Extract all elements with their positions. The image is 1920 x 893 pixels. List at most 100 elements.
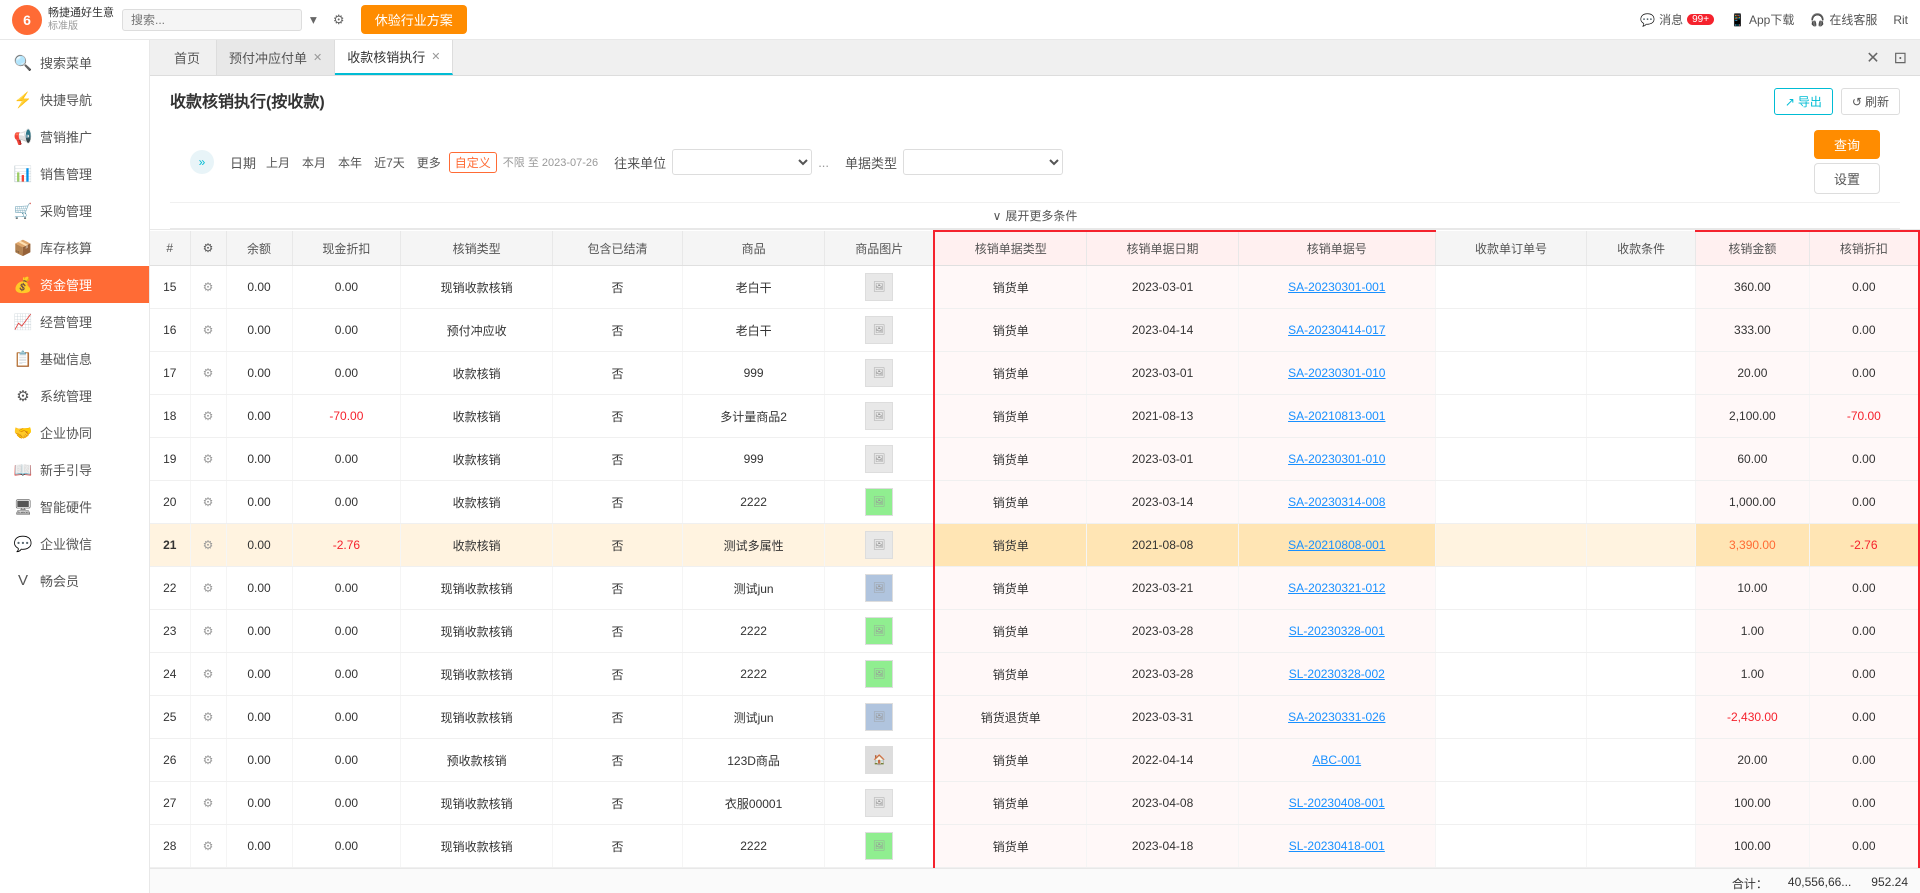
row-settings-icon[interactable]: ⚙ xyxy=(203,624,214,638)
verify-bill-link[interactable]: SA-20230301-010 xyxy=(1288,366,1385,380)
tab-maximize-btn[interactable]: ⊡ xyxy=(1889,46,1912,70)
sidebar-item-5[interactable]: 📦库存核算 xyxy=(0,229,149,266)
date-custom[interactable]: 自定义 xyxy=(449,152,497,173)
td-verify_bill_type: 销货单 xyxy=(934,825,1086,868)
td-goods_img[interactable]: 🖼 xyxy=(825,481,935,524)
online-service-btn[interactable]: 🎧 在线客服 xyxy=(1810,11,1877,28)
sidebar-item-12[interactable]: 🖥智能硬件 xyxy=(0,488,149,525)
tab-prepay-close[interactable]: ✕ xyxy=(313,51,322,64)
table-row: 18⚙0.00-70.00收款核销否多计量商品2🖼销货单2021-08-13SA… xyxy=(150,395,1919,438)
verify-bill-link[interactable]: SL-20230418-001 xyxy=(1289,839,1385,853)
date-last-month[interactable]: 上月 xyxy=(262,152,294,173)
date-this-month[interactable]: 本月 xyxy=(298,152,330,173)
tab-home[interactable]: 首页 xyxy=(158,40,217,75)
sidebar-item-11[interactable]: 📖新手引导 xyxy=(0,451,149,488)
settings-icon[interactable]: ⚙ xyxy=(325,6,353,34)
sidebar-item-6[interactable]: 💰资金管理 xyxy=(0,266,149,303)
sidebar-item-2[interactable]: 📢营销推广 xyxy=(0,118,149,155)
td-goods_img[interactable]: 🖼 xyxy=(825,524,935,567)
app-download-btn[interactable]: 📱 App下载 xyxy=(1730,11,1794,28)
td-goods_img[interactable]: 🏠 xyxy=(825,739,935,782)
industry-solution-btn[interactable]: 休验行业方案 xyxy=(361,5,467,34)
refresh-btn[interactable]: ↺ 刷新 xyxy=(1841,88,1900,115)
table-container[interactable]: #⚙余额现金折扣核销类型包含已结清商品商品图片核销单据类型核销单据日期核销单据号… xyxy=(150,230,1920,893)
verify-bill-link[interactable]: SA-20230301-001 xyxy=(1288,280,1385,294)
row-settings-icon[interactable]: ⚙ xyxy=(203,452,214,466)
verify-bill-link[interactable]: SA-20210813-001 xyxy=(1288,409,1385,423)
td-cash_discount: 0.00 xyxy=(292,309,401,352)
type-select[interactable] xyxy=(903,149,1063,175)
row-settings-icon[interactable]: ⚙ xyxy=(203,323,214,337)
td-goods_img[interactable]: 🖼 xyxy=(825,352,935,395)
date-more[interactable]: 更多 xyxy=(413,152,445,173)
td-goods_img[interactable]: 🖼 xyxy=(825,309,935,352)
verify-bill-link[interactable]: SA-20230301-010 xyxy=(1288,452,1385,466)
verify-bill-link[interactable]: SA-20230414-017 xyxy=(1288,323,1385,337)
tab-verify[interactable]: 收款核销执行 ✕ xyxy=(335,40,453,75)
td-receipt_condition xyxy=(1587,567,1696,610)
sidebar-label-7: 经营管理 xyxy=(40,312,92,331)
tab-close-window-btn[interactable]: ✕ xyxy=(1861,46,1884,70)
verify-bill-link[interactable]: SA-20230331-026 xyxy=(1288,710,1385,724)
sidebar-item-3[interactable]: 📊销售管理 xyxy=(0,155,149,192)
user-account[interactable]: Rit xyxy=(1893,13,1908,27)
query-btn[interactable]: 查询 xyxy=(1814,130,1880,159)
verify-bill-link[interactable]: SL-20230328-001 xyxy=(1289,624,1385,638)
date-7days[interactable]: 近7天 xyxy=(370,152,409,173)
td-goods_img[interactable]: 🖼 xyxy=(825,438,935,481)
row-settings-icon[interactable]: ⚙ xyxy=(203,538,214,552)
settings-btn[interactable]: 设置 xyxy=(1814,163,1880,194)
sidebar-item-4[interactable]: 🛒采购管理 xyxy=(0,192,149,229)
sidebar-item-0[interactable]: 🔍搜索菜单 xyxy=(0,44,149,81)
td-goods_img[interactable]: 🖼 xyxy=(825,610,935,653)
sidebar-icon-0: 🔍 xyxy=(14,54,32,72)
sidebar-item-10[interactable]: 🤝企业协同 xyxy=(0,414,149,451)
export-btn[interactable]: ↗ 导出 xyxy=(1774,88,1833,115)
row-settings-icon[interactable]: ⚙ xyxy=(203,710,214,724)
td-goods_img[interactable]: 🖼 xyxy=(825,653,935,696)
td-verify_amount: 333.00 xyxy=(1696,309,1810,352)
more-conditions-bar[interactable]: ∨ 展开更多条件 xyxy=(170,203,1900,229)
row-settings-icon[interactable]: ⚙ xyxy=(203,366,214,380)
verify-bill-link[interactable]: SA-20230314-008 xyxy=(1288,495,1385,509)
row-settings-icon[interactable]: ⚙ xyxy=(203,409,214,423)
td-verify_discount: 0.00 xyxy=(1809,481,1919,524)
td-settings: ⚙ xyxy=(190,481,226,524)
sidebar-item-8[interactable]: 📋基础信息 xyxy=(0,340,149,377)
search-dropdown-btn[interactable]: ▾ xyxy=(310,12,317,28)
date-this-year[interactable]: 本年 xyxy=(334,152,366,173)
sidebar-item-7[interactable]: 📈经营管理 xyxy=(0,303,149,340)
row-settings-icon[interactable]: ⚙ xyxy=(203,796,214,810)
row-settings-icon[interactable]: ⚙ xyxy=(203,839,214,853)
td-goods_img[interactable]: 🖼 xyxy=(825,567,935,610)
td-goods_img[interactable]: 🖼 xyxy=(825,825,935,868)
verify-bill-link[interactable]: SA-20210808-001 xyxy=(1288,538,1385,552)
verify-bill-link[interactable]: ABC-001 xyxy=(1312,753,1361,767)
row-settings-icon[interactable]: ⚙ xyxy=(203,495,214,509)
sidebar-item-1[interactable]: ⚡快捷导航 xyxy=(0,81,149,118)
td-goods_img[interactable]: 🖼 xyxy=(825,266,935,309)
row-settings-icon[interactable]: ⚙ xyxy=(203,581,214,595)
td-verify_bill_no: SL-20230418-001 xyxy=(1238,825,1435,868)
party-select[interactable] xyxy=(672,149,812,175)
row-settings-icon[interactable]: ⚙ xyxy=(203,280,214,294)
verify-bill-link[interactable]: SL-20230328-002 xyxy=(1289,667,1385,681)
product-img-empty: 🖼 xyxy=(865,359,893,387)
row-settings-icon[interactable]: ⚙ xyxy=(203,753,214,767)
td-verify_bill_no: SL-20230328-001 xyxy=(1238,610,1435,653)
sidebar-item-13[interactable]: 💬企业微信 xyxy=(0,525,149,562)
message-btn[interactable]: 💬 消息 99+ xyxy=(1640,11,1714,28)
tab-verify-close[interactable]: ✕ xyxy=(431,50,440,63)
td-goods_img[interactable]: 🖼 xyxy=(825,395,935,438)
sidebar-item-9[interactable]: ⚙系统管理 xyxy=(0,377,149,414)
tab-prepay[interactable]: 预付冲应付单 ✕ xyxy=(217,40,335,75)
verify-bill-link[interactable]: SA-20230321-012 xyxy=(1288,581,1385,595)
td-goods_img[interactable]: 🖼 xyxy=(825,782,935,825)
sidebar-item-14[interactable]: V畅会员 xyxy=(0,562,149,599)
filter-expand-btn[interactable]: » xyxy=(190,150,214,174)
td-verify_bill_date: 2023-03-01 xyxy=(1087,352,1239,395)
verify-bill-link[interactable]: SL-20230408-001 xyxy=(1289,796,1385,810)
search-input[interactable] xyxy=(122,9,302,31)
td-goods_img[interactable]: 🖼 xyxy=(825,696,935,739)
row-settings-icon[interactable]: ⚙ xyxy=(203,667,214,681)
